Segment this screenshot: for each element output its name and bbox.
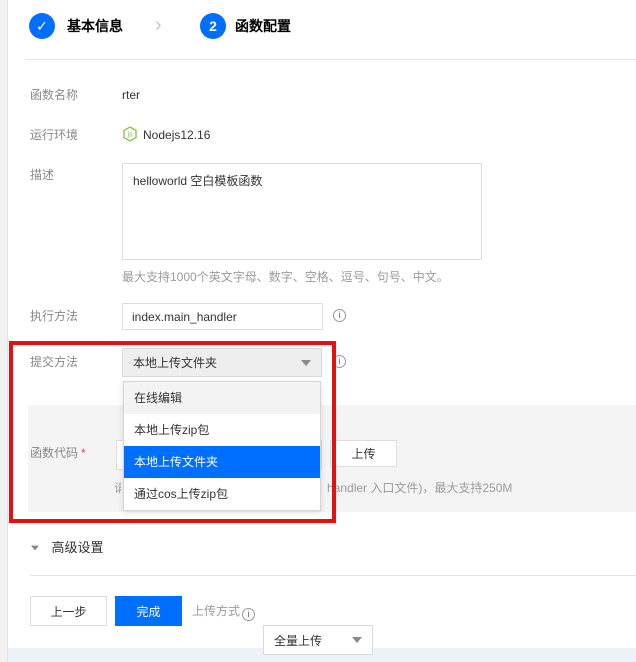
code-helper-text: handler 入口文件)，最大支持250M xyxy=(327,481,512,495)
handler-info-icon[interactable]: i xyxy=(333,309,346,322)
runtime-label: 运行环境 xyxy=(30,128,78,142)
function-code-label: 函数代码* xyxy=(30,446,86,460)
dropdown-option-local-zip[interactable]: 本地上传zip包 xyxy=(124,414,320,446)
submit-method-label: 提交方法 xyxy=(30,355,78,369)
previous-step-button[interactable]: 上一步 xyxy=(30,596,107,626)
runtime-value: Nodejs12.16 xyxy=(143,128,210,142)
submit-method-info-icon[interactable]: i xyxy=(333,355,346,368)
upload-mode-info-icon[interactable]: i xyxy=(242,608,255,621)
chevron-down-icon xyxy=(301,360,311,366)
description-textarea[interactable]: helloworld 空白模板函数 xyxy=(122,163,482,260)
submit-method-dropdown-menu: 在线编辑 本地上传zip包 本地上传文件夹 通过cos上传zip包 xyxy=(123,381,321,511)
upload-mode-label: 上传方式i xyxy=(192,604,255,621)
upload-button[interactable]: 上传 xyxy=(330,440,397,467)
function-code-label-text: 函数代码 xyxy=(30,446,78,460)
dropdown-option-online-edit[interactable]: 在线编辑 xyxy=(124,382,320,414)
finish-button[interactable]: 完成 xyxy=(115,596,182,626)
description-helper-text: 最大支持1000个英文字母、数字、空格、逗号、句号、中文。 xyxy=(122,270,449,284)
step1-label: 基本信息 xyxy=(67,13,123,39)
header-divider xyxy=(25,59,636,60)
footer-divider xyxy=(30,575,636,576)
chevron-right-icon: › xyxy=(155,12,162,38)
required-asterisk: * xyxy=(81,446,86,460)
step1-done-check-icon: ✓ xyxy=(29,13,55,39)
chevron-down-icon xyxy=(352,637,362,643)
function-name-value: rter xyxy=(122,88,140,102)
svg-text:js: js xyxy=(126,132,133,139)
triangle-down-icon xyxy=(31,545,39,550)
step2-label: 函数配置 xyxy=(235,13,291,39)
handler-input[interactable] xyxy=(122,303,323,330)
dropdown-option-cos-zip[interactable]: 通过cos上传zip包 xyxy=(124,478,320,510)
step2-number: 2 xyxy=(209,18,217,34)
description-label: 描述 xyxy=(30,168,54,182)
nodejs-icon: js xyxy=(122,126,138,142)
advanced-settings-label: 高级设置 xyxy=(51,540,103,555)
code-helper-hidden-fragment: 请 xyxy=(114,481,121,495)
upload-mode-selected-value: 全量上传 xyxy=(274,632,322,649)
dropdown-option-local-folder[interactable]: 本地上传文件夹 xyxy=(124,446,320,478)
advanced-settings-toggle[interactable]: 高级设置 xyxy=(30,537,103,557)
function-name-label: 函数名称 xyxy=(30,88,78,102)
upload-mode-label-text: 上传方式 xyxy=(192,604,240,618)
submit-method-select[interactable]: 本地上传文件夹 xyxy=(122,348,322,377)
step2-number-badge: 2 xyxy=(200,13,226,39)
page-left-gutter xyxy=(0,0,8,662)
submit-method-selected-value: 本地上传文件夹 xyxy=(133,354,217,371)
check-icon: ✓ xyxy=(36,18,48,35)
upload-mode-select[interactable]: 全量上传 xyxy=(263,625,373,655)
handler-label: 执行方法 xyxy=(30,309,78,323)
